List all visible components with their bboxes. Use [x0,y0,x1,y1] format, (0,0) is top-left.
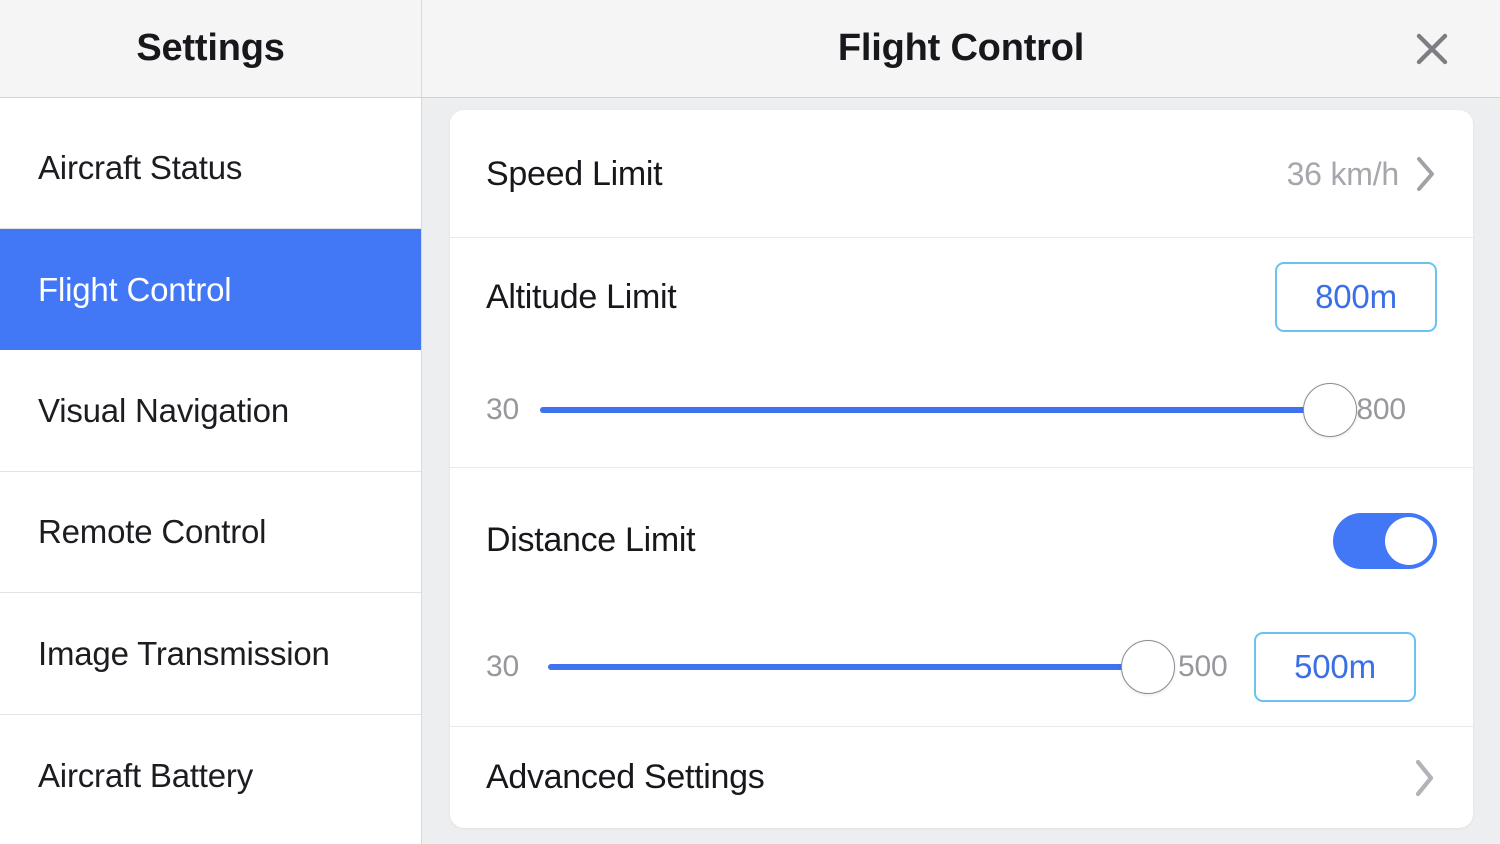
distance-limit-input-value: 500m [1294,648,1376,685]
sidebar-item-aircraft-battery[interactable]: Aircraft Battery [0,714,421,836]
sidebar-item-visual-navigation[interactable]: Visual Navigation [0,350,421,472]
distance-limit-label: Distance Limit [486,521,696,559]
distance-slider-row: 30 500 500m [450,613,1473,721]
altitude-slider-row: 30 800 [450,356,1473,464]
sidebar-item-aircraft-status[interactable]: Aircraft Status [0,107,421,229]
sidebar-item-image-transmission[interactable]: Image Transmission [0,593,421,715]
sidebar-list: Aircraft Status Flight Control Visual Na… [0,107,421,844]
sidebar-header: Settings [0,0,422,98]
speed-limit-value: 36 km/h [1286,155,1400,192]
sidebar-item-label: Flight Control [38,270,232,308]
distance-slider[interactable] [548,639,1175,695]
altitude-limit-input[interactable]: 800m [1275,262,1437,332]
panel-header: Flight Control [422,0,1500,98]
sidebar-title: Settings [136,27,285,69]
altitude-slider-track[interactable] [540,407,1331,413]
settings-card: Speed Limit 36 km/h Altitude Limit 800m [450,110,1473,828]
row-advanced-settings[interactable]: Advanced Settings [450,727,1473,828]
row-distance-limit: Distance Limit 30 500 500m [450,468,1473,727]
altitude-slider-fill [540,407,1331,413]
altitude-slider[interactable] [540,382,1358,438]
advanced-settings-label: Advanced Settings [486,758,765,796]
chevron-right-icon [1413,757,1437,799]
toggle-knob [1385,516,1433,565]
sidebar-item-label: Aircraft Status [38,148,243,186]
sidebar-item-remote-control[interactable]: Remote Control [0,471,421,593]
row-altitude-limit: Altitude Limit 800m 30 800 [450,238,1473,468]
distance-slider-track[interactable] [548,664,1148,670]
distance-limit-toggle[interactable] [1333,512,1437,569]
distance-slider-fill [548,664,1148,670]
close-button[interactable] [1410,27,1454,71]
distance-slider-max-label: 500 [1178,650,1228,683]
sidebar-item-label: Aircraft Battery [38,756,254,794]
distance-limit-input[interactable]: 500m [1254,632,1416,702]
speed-limit-label: Speed Limit [486,154,663,193]
settings-window: Settings Flight Control Aircraft Status … [0,0,1500,844]
row-speed-limit[interactable]: Speed Limit 36 km/h [450,110,1473,238]
altitude-limit-label: Altitude Limit [486,277,677,316]
distance-slider-thumb[interactable] [1121,640,1175,694]
sidebar-item-flight-control[interactable]: Flight Control [0,228,421,350]
altitude-limit-input-value: 800m [1315,278,1397,315]
altitude-slider-min-label: 30 [486,393,519,426]
chevron-right-icon [1415,155,1437,193]
page-title: Flight Control [837,27,1085,69]
altitude-slider-thumb[interactable] [1303,383,1358,437]
distance-slider-min-label: 30 [486,650,519,683]
sidebar-item-label: Visual Navigation [38,391,289,429]
sidebar: Aircraft Status Flight Control Visual Na… [0,98,422,844]
close-icon [1414,31,1450,67]
sidebar-item-label: Image Transmission [38,634,330,672]
sidebar-item-label: Remote Control [38,513,267,551]
altitude-slider-max-label: 800 [1356,393,1406,426]
